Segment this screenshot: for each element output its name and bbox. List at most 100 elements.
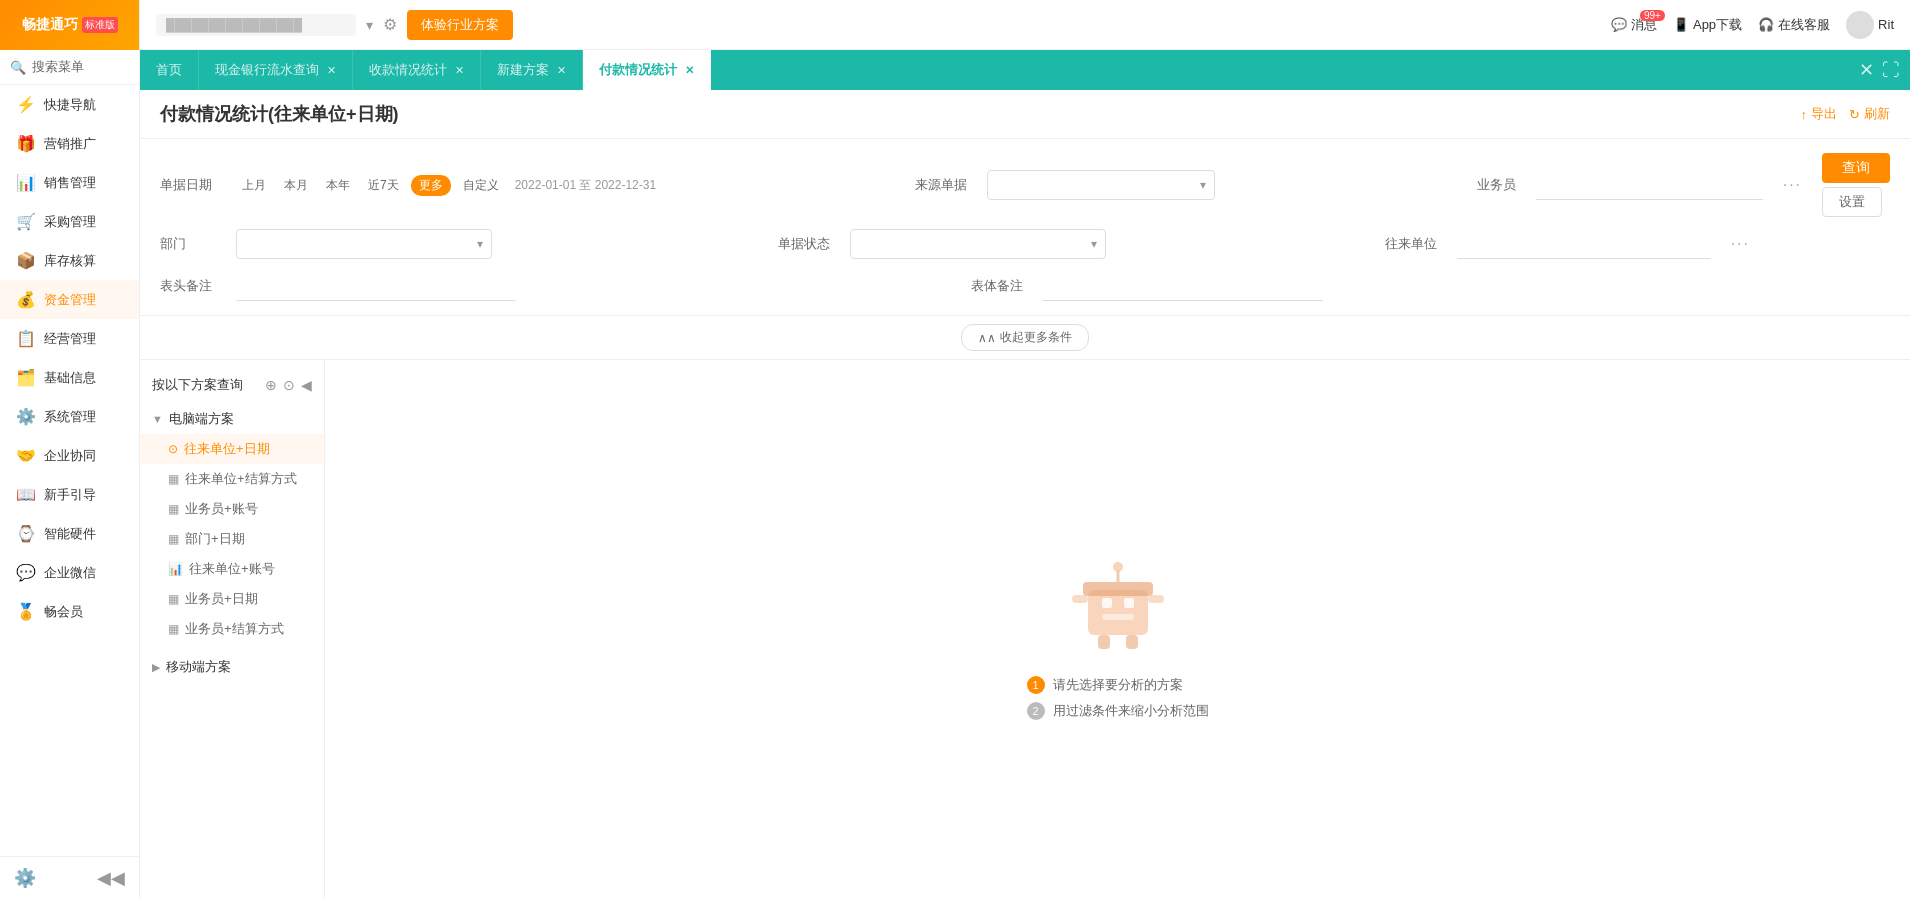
scheme-group-pc-header[interactable]: ▼ 电脑端方案 <box>140 404 324 434</box>
tab-home[interactable]: 首页 <box>140 50 199 90</box>
export-button[interactable]: ↑ 导出 <box>1801 105 1838 123</box>
tab-bar-actions: ✕ ⛶ <box>1859 50 1910 90</box>
scheme-item-partner-account[interactable]: 📊 往来单位+账号 <box>140 554 324 584</box>
tab-receipt-close-icon[interactable]: ✕ <box>455 64 464 77</box>
page-actions: ↑ 导出 ↻ 刷新 <box>1801 105 1891 123</box>
partner-input[interactable] <box>1457 229 1711 259</box>
scheme-item-partner-date[interactable]: ⊙ 往来单位+日期 <box>140 434 324 464</box>
sidebar-item-marketing[interactable]: 🎁 营销推广 <box>0 124 139 163</box>
refresh-label: 刷新 <box>1864 105 1890 123</box>
svg-rect-2 <box>1102 598 1112 608</box>
head-note-input[interactable] <box>236 271 516 301</box>
side-panel: 按以下方案查询 ⊕ ⊙ ◀ ▼ 电脑端方案 ⊙ 往来单位+日期 <box>140 360 325 899</box>
collapse-button[interactable]: ∧∧ 收起更多条件 <box>961 324 1089 351</box>
svg-rect-3 <box>1124 598 1134 608</box>
nav-label-system: 系统管理 <box>44 408 96 426</box>
scheme-item-salesman-date[interactable]: ▦ 业务员+日期 <box>140 584 324 614</box>
tab-maximize-icon[interactable]: ⛶ <box>1882 60 1900 81</box>
message-button[interactable]: 💬 消息 99+ <box>1611 16 1657 34</box>
salesman-filter-label: 业务员 <box>1466 176 1516 194</box>
scheme-item-salesman-date-label: 业务员+日期 <box>185 590 258 608</box>
logo-text: 畅捷通巧 <box>22 16 78 34</box>
user-menu[interactable]: Rit <box>1846 11 1894 39</box>
date-option-this-year[interactable]: 本年 <box>320 175 356 196</box>
partner-more-icon[interactable]: ··· <box>1731 235 1750 253</box>
tab-close-all-icon[interactable]: ✕ <box>1859 59 1874 81</box>
body-note-label: 表体备注 <box>963 277 1023 295</box>
settings-footer-icon[interactable]: ⚙️ <box>14 867 36 889</box>
export-label: 导出 <box>1811 105 1837 123</box>
tab-new-plan-close-icon[interactable]: ✕ <box>557 64 566 77</box>
setting-button[interactable]: 设置 <box>1822 187 1882 217</box>
sidebar-item-funds[interactable]: 💰 资金管理 <box>0 280 139 319</box>
source-filter-label: 来源单据 <box>907 176 967 194</box>
sidebar-item-sales[interactable]: 📊 销售管理 <box>0 163 139 202</box>
scheme-item-salesman-settle[interactable]: ▦ 业务员+结算方式 <box>140 614 324 644</box>
sidebar-item-operation[interactable]: 📋 经营管理 <box>0 319 139 358</box>
nav-icon-basic: 🗂️ <box>16 368 36 387</box>
head-note-label: 表头备注 <box>160 277 216 295</box>
nav-label-sales: 销售管理 <box>44 174 96 192</box>
sidebar-item-hardware[interactable]: ⌚ 智能硬件 <box>0 514 139 553</box>
date-option-7days[interactable]: 近7天 <box>362 175 405 196</box>
sidebar-item-basic[interactable]: 🗂️ 基础信息 <box>0 358 139 397</box>
bill-status-select[interactable]: ▾ <box>850 229 1106 259</box>
body-note-input[interactable] <box>1043 271 1323 301</box>
scheme-item-salesman-settle-icon: ▦ <box>168 622 179 636</box>
salesman-more-icon[interactable]: ··· <box>1783 176 1802 194</box>
service-icon: 🎧 <box>1758 17 1774 32</box>
scheme-settings-icon[interactable]: ⊙ <box>283 377 295 393</box>
lower-area: 按以下方案查询 ⊕ ⊙ ◀ ▼ 电脑端方案 ⊙ 往来单位+日期 <box>140 360 1910 899</box>
nav-icon-enterprise: 🤝 <box>16 446 36 465</box>
addr-gear-icon[interactable]: ⚙ <box>383 15 397 34</box>
sidebar-item-guide[interactable]: 📖 新手引导 <box>0 475 139 514</box>
add-scheme-icon[interactable]: ⊕ <box>265 377 277 393</box>
nav-label-wechat: 企业微信 <box>44 564 96 582</box>
svg-point-6 <box>1113 562 1123 572</box>
online-service-button[interactable]: 🎧 在线客服 <box>1758 16 1830 34</box>
sidebar-item-wechat[interactable]: 💬 企业微信 <box>0 553 139 592</box>
scheme-item-partner-settle[interactable]: ▦ 往来单位+结算方式 <box>140 464 324 494</box>
tab-payment-close-icon[interactable]: ✕ <box>685 64 694 77</box>
sidebar-item-vip[interactable]: 🏅 畅会员 <box>0 592 139 631</box>
scheme-group-mobile-header[interactable]: ▶ 移动端方案 <box>140 652 324 682</box>
sidebar-item-system[interactable]: ⚙️ 系统管理 <box>0 397 139 436</box>
addr-chevron-icon[interactable]: ▾ <box>366 17 373 33</box>
sidebar-item-stock[interactable]: 📦 库存核算 <box>0 241 139 280</box>
refresh-button[interactable]: ↻ 刷新 <box>1849 105 1890 123</box>
trial-button[interactable]: 体验行业方案 <box>407 10 513 40</box>
tab-receipt-label: 收款情况统计 <box>369 61 447 79</box>
date-option-custom[interactable]: 自定义 <box>457 175 505 196</box>
date-option-this-month[interactable]: 本月 <box>278 175 314 196</box>
svg-rect-0 <box>1088 590 1148 635</box>
nav-label-hardware: 智能硬件 <box>44 525 96 543</box>
date-option-last-month[interactable]: 上月 <box>236 175 272 196</box>
app-download-button[interactable]: 📱 App下载 <box>1673 16 1742 34</box>
bill-status-select-arrow-icon: ▾ <box>1091 237 1097 251</box>
tab-receipt[interactable]: 收款情况统计 ✕ <box>353 50 481 90</box>
scheme-group-pc-chevron-icon: ▼ <box>152 413 163 425</box>
tab-new-plan[interactable]: 新建方案 ✕ <box>481 50 583 90</box>
tab-bank-close-icon[interactable]: ✕ <box>327 64 336 77</box>
svg-rect-8 <box>1148 595 1164 603</box>
collapse-panel-icon[interactable]: ◀ <box>301 377 312 393</box>
salesman-input[interactable] <box>1536 170 1763 200</box>
sidebar-search[interactable]: 🔍 搜索菜单 <box>0 50 139 85</box>
collapse-sidebar-icon[interactable]: ◀◀ <box>97 867 125 889</box>
source-select[interactable]: ▾ <box>987 170 1216 200</box>
dept-select[interactable]: ▾ <box>236 229 492 259</box>
header-right: 💬 消息 99+ 📱 App下载 🎧 在线客服 Rit <box>1611 11 1894 39</box>
date-option-more[interactable]: 更多 <box>411 175 451 196</box>
sidebar-item-enterprise[interactable]: 🤝 企业协同 <box>0 436 139 475</box>
tab-payment[interactable]: 付款情况统计 ✕ <box>583 50 711 90</box>
sidebar-item-quick-nav[interactable]: ⚡ 快捷导航 <box>0 85 139 124</box>
nav-icon-operation: 📋 <box>16 329 36 348</box>
scheme-item-dept-date[interactable]: ▦ 部门+日期 <box>140 524 324 554</box>
nav-icon-funds: 💰 <box>16 290 36 309</box>
tab-bank[interactable]: 现金银行流水查询 ✕ <box>199 50 353 90</box>
scheme-item-salesman-settle-label: 业务员+结算方式 <box>185 620 284 638</box>
notification-badge: 99+ <box>1640 10 1665 21</box>
scheme-item-salesman-account[interactable]: ▦ 业务员+账号 <box>140 494 324 524</box>
sidebar-item-purchase[interactable]: 🛒 采购管理 <box>0 202 139 241</box>
query-button[interactable]: 查询 <box>1822 153 1890 183</box>
